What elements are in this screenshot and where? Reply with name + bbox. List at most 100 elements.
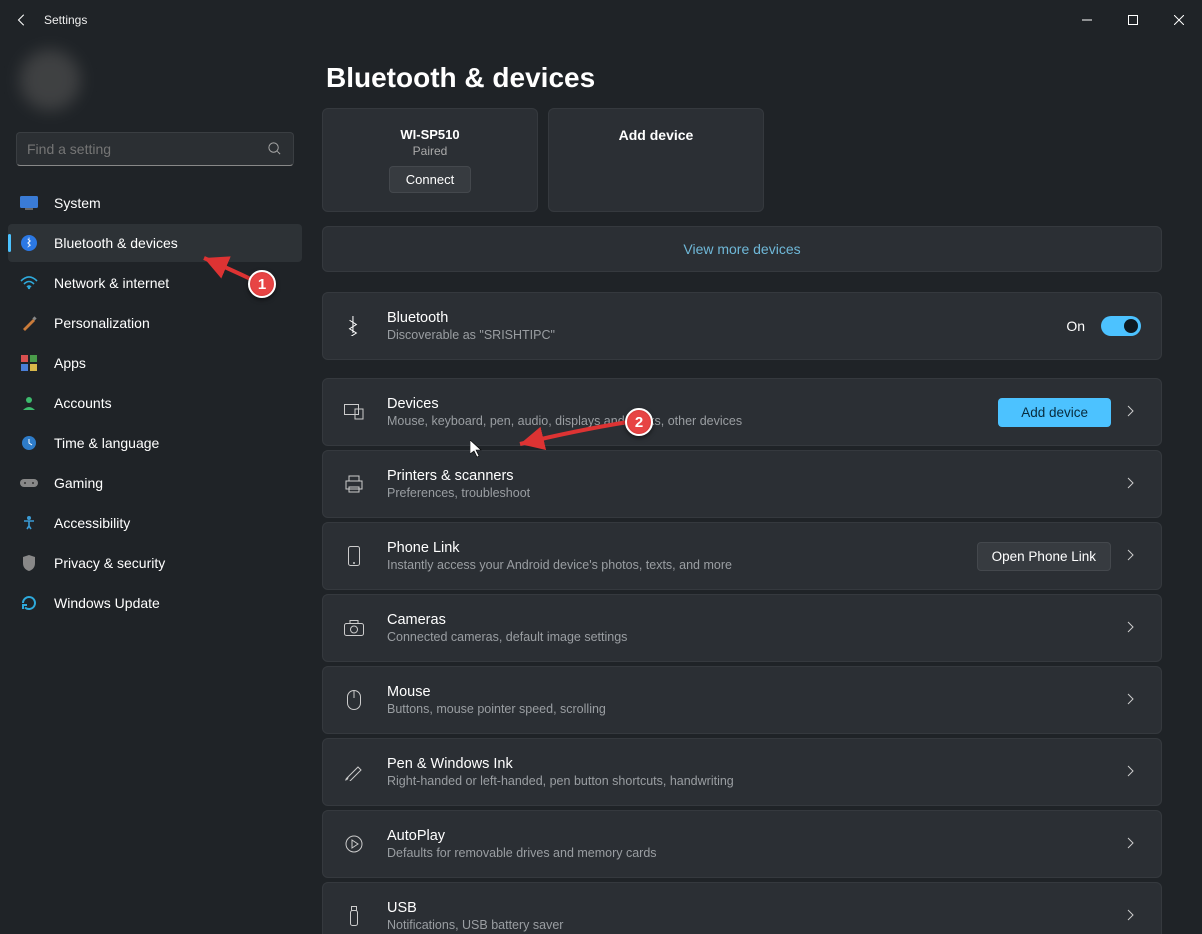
sidebar-item-time-language[interactable]: Time & language [8,424,302,462]
row-sub: Defaults for removable drives and memory… [387,846,1105,860]
titlebar: Settings [0,0,1202,40]
open-phone-link-button[interactable]: Open Phone Link [977,542,1111,571]
sidebar-item-label: Personalization [54,315,150,331]
sidebar-item-label: Bluetooth & devices [54,235,178,251]
sidebar-item-system[interactable]: System [8,184,302,222]
update-icon [20,594,38,612]
sidebar-item-label: Accounts [54,395,112,411]
sidebar-item-accounts[interactable]: Accounts [8,384,302,422]
row-sub: Buttons, mouse pointer speed, scrolling [387,702,1105,716]
row-title: Printers & scanners [387,468,1105,484]
printer-icon [343,475,365,493]
usb-icon [343,906,365,926]
row-title: AutoPlay [387,828,1105,844]
pen-icon [343,763,365,781]
main-content: Bluetooth & devices WI-SP510 Paired Conn… [310,40,1202,934]
usb-row[interactable]: USB Notifications, USB battery saver [323,883,1161,934]
search-input[interactable] [27,141,267,157]
pen-ink-row[interactable]: Pen & Windows Ink Right-handed or left-h… [323,739,1161,805]
mouse-row[interactable]: Mouse Buttons, mouse pointer speed, scro… [323,667,1161,733]
row-sub: Instantly access your Android device's p… [387,558,955,572]
autoplay-row[interactable]: AutoPlay Defaults for removable drives a… [323,811,1161,877]
chevron-right-icon [1127,621,1141,635]
phone-link-row[interactable]: Phone Link Instantly access your Android… [323,523,1161,589]
person-icon [20,394,38,412]
sidebar: System Bluetooth & devices Network & int… [0,40,310,934]
chevron-right-icon [1127,477,1141,491]
view-more-label: View more devices [683,241,800,257]
annotation-badge-2: 2 [625,408,653,436]
page-title: Bluetooth & devices [326,62,1162,94]
bluetooth-icon [343,316,365,336]
clock-icon [20,434,38,452]
sidebar-item-label: Apps [54,355,86,371]
chevron-right-icon [1127,909,1141,923]
back-button[interactable] [14,12,30,28]
sidebar-item-label: Gaming [54,475,103,491]
bluetooth-toggle[interactable] [1101,316,1141,336]
add-device-label: Add device [619,127,694,143]
toggle-state-label: On [1066,318,1085,334]
close-button[interactable] [1156,4,1202,36]
cursor-icon [470,440,484,458]
row-title: Mouse [387,684,1105,700]
sidebar-item-apps[interactable]: Apps [8,344,302,382]
row-sub: Connected cameras, default image setting… [387,630,1105,644]
devices-row[interactable]: Devices Mouse, keyboard, pen, audio, dis… [323,379,1161,445]
wifi-icon [20,274,38,292]
sidebar-item-label: Time & language [54,435,159,451]
row-title: Devices [387,396,976,412]
gamepad-icon [20,474,38,492]
system-icon [20,194,38,212]
connect-button[interactable]: Connect [389,166,471,193]
row-title: Phone Link [387,540,955,556]
apps-icon [20,354,38,372]
add-device-button[interactable]: Add device [998,398,1111,427]
search-box[interactable] [16,132,294,166]
row-sub: Mouse, keyboard, pen, audio, displays an… [387,414,976,428]
sidebar-item-accessibility[interactable]: Accessibility [8,504,302,542]
chevron-right-icon [1127,765,1141,779]
maximize-button[interactable] [1110,4,1156,36]
sidebar-item-windows-update[interactable]: Windows Update [8,584,302,622]
row-title: Cameras [387,612,1105,628]
add-device-card[interactable]: Add device [548,108,764,212]
paintbrush-icon [20,314,38,332]
cameras-row[interactable]: Cameras Connected cameras, default image… [323,595,1161,661]
chevron-right-icon [1127,405,1141,419]
mouse-icon [343,690,365,710]
profile-area[interactable] [20,40,290,120]
sidebar-item-label: Accessibility [54,515,130,531]
sidebar-item-label: System [54,195,101,211]
chevron-right-icon [1127,549,1141,563]
view-more-devices[interactable]: View more devices [322,226,1162,272]
chevron-right-icon [1127,837,1141,851]
sidebar-item-label: Network & internet [54,275,169,291]
row-sub: Preferences, troubleshoot [387,486,1105,500]
autoplay-icon [343,835,365,853]
devices-icon [343,404,365,420]
sidebar-item-gaming[interactable]: Gaming [8,464,302,502]
sidebar-item-label: Windows Update [54,595,160,611]
row-title: Pen & Windows Ink [387,756,1105,772]
bluetooth-icon [20,234,38,252]
printers-scanners-row[interactable]: Printers & scanners Preferences, trouble… [323,451,1161,517]
row-sub: Notifications, USB battery saver [387,918,1105,932]
device-name: WI-SP510 [400,127,459,142]
paired-device-card[interactable]: WI-SP510 Paired Connect [322,108,538,212]
annotation-badge-1: 1 [248,270,276,298]
chevron-right-icon [1127,693,1141,707]
sidebar-item-privacy[interactable]: Privacy & security [8,544,302,582]
phone-icon [343,546,365,566]
accessibility-icon [20,514,38,532]
row-sub: Right-handed or left-handed, pen button … [387,774,1105,788]
sidebar-item-bluetooth-devices[interactable]: Bluetooth & devices [8,224,302,262]
bluetooth-row[interactable]: Bluetooth Discoverable as "SRISHTIPC" On [323,293,1161,359]
row-title: Bluetooth [387,310,1044,326]
sidebar-item-personalization[interactable]: Personalization [8,304,302,342]
sidebar-item-label: Privacy & security [54,555,165,571]
minimize-button[interactable] [1064,4,1110,36]
device-status: Paired [413,144,448,158]
window-title: Settings [44,13,87,27]
row-title: USB [387,900,1105,916]
